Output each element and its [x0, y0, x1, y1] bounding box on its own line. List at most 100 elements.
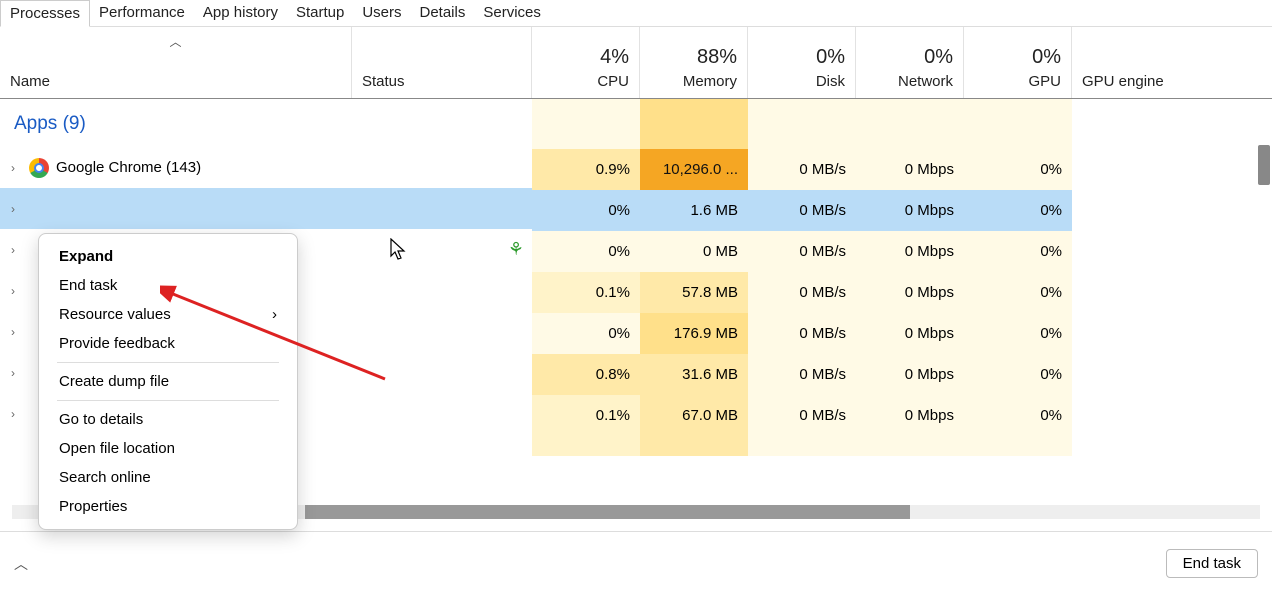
col-network-label: Network — [898, 73, 953, 90]
col-network-pct: 0% — [924, 46, 953, 69]
metric-row: 0.1% 57.8 MB 0 MB/s 0 Mbps 0% — [532, 272, 1072, 313]
cell — [964, 99, 1072, 149]
menu-separator — [57, 362, 279, 363]
fewer-details-chevron-icon[interactable]: ︿ — [14, 554, 28, 574]
tab-strip: Processes Performance App history Startu… — [0, 0, 1272, 27]
efficiency-leaf-icon: ⚘ — [508, 239, 524, 260]
cell-mem: 176.9 MB — [640, 313, 748, 354]
col-gpu[interactable]: 0% GPU — [964, 27, 1072, 98]
cell-net: 0 Mbps — [856, 313, 964, 354]
horizontal-scrollbar-thumb[interactable] — [305, 505, 910, 519]
menu-go-to-details[interactable]: Go to details — [39, 405, 297, 434]
metric-cells: 0.9% 10,296.0 ... 0 MB/s 0 Mbps 0% 0% 1.… — [532, 99, 1072, 456]
expand-chevron-icon[interactable]: › — [0, 161, 26, 175]
col-disk[interactable]: 0% Disk — [748, 27, 856, 98]
cell-mem: 67.0 MB — [640, 395, 748, 436]
expand-chevron-icon[interactable]: › — [0, 284, 26, 298]
cell — [748, 436, 856, 456]
metric-row: 0% 1.6 MB 0 MB/s 0 Mbps 0% — [532, 190, 1072, 231]
cell — [532, 436, 640, 456]
cell-disk: 0 MB/s — [748, 272, 856, 313]
expand-chevron-icon[interactable]: › — [0, 325, 26, 339]
menu-search-online[interactable]: Search online — [39, 463, 297, 492]
col-gpu-pct: 0% — [1032, 46, 1061, 69]
col-disk-label: Disk — [816, 73, 845, 90]
menu-resource-values[interactable]: Resource values › — [39, 300, 297, 329]
horizontal-scrollbar-track[interactable] — [910, 505, 1260, 519]
col-gpu-label: GPU — [1028, 73, 1061, 90]
cell — [640, 436, 748, 456]
cell-gpu: 0% — [964, 231, 1072, 272]
process-name: Google Chrome (143) — [52, 159, 532, 176]
cell-disk: 0 MB/s — [748, 149, 856, 190]
end-task-button[interactable]: End task — [1166, 549, 1258, 578]
cell — [748, 99, 856, 149]
cell-net: 0 Mbps — [856, 272, 964, 313]
submenu-chevron-icon: › — [272, 306, 277, 323]
expand-chevron-icon[interactable]: › — [0, 243, 26, 257]
mouse-cursor-icon — [390, 238, 408, 268]
cell-cpu: 0% — [532, 313, 640, 354]
metric-row: 0% 176.9 MB 0 MB/s 0 Mbps 0% — [532, 313, 1072, 354]
tab-users[interactable]: Users — [353, 0, 410, 26]
chrome-icon — [26, 158, 52, 178]
cell-net: 0 Mbps — [856, 231, 964, 272]
col-network[interactable]: 0% Network — [856, 27, 964, 98]
cell-mem: 57.8 MB — [640, 272, 748, 313]
col-status[interactable]: Status — [352, 27, 532, 98]
cell-cpu: 0.1% — [532, 395, 640, 436]
col-name-label: Name — [10, 73, 341, 90]
menu-properties[interactable]: Properties — [39, 492, 297, 521]
cell-cpu: 0.9% — [532, 149, 640, 190]
cell-net: 0 Mbps — [856, 149, 964, 190]
tab-details[interactable]: Details — [411, 0, 475, 26]
menu-create-dump[interactable]: Create dump file — [39, 367, 297, 396]
tab-processes[interactable]: Processes — [0, 0, 90, 27]
col-cpu[interactable]: 4% CPU — [532, 27, 640, 98]
col-disk-pct: 0% — [816, 46, 845, 69]
col-memory[interactable]: 88% Memory — [640, 27, 748, 98]
expand-chevron-icon[interactable]: › — [0, 202, 26, 216]
metric-row: 0.8% 31.6 MB 0 MB/s 0 Mbps 0% — [532, 354, 1072, 395]
tab-performance[interactable]: Performance — [90, 0, 194, 26]
cell-gpu: 0% — [964, 313, 1072, 354]
menu-separator — [57, 400, 279, 401]
menu-label: Resource values — [59, 306, 171, 323]
cell-cpu: 0.1% — [532, 272, 640, 313]
col-status-label: Status — [362, 73, 521, 90]
tab-services[interactable]: Services — [474, 0, 550, 26]
menu-provide-feedback[interactable]: Provide feedback — [39, 329, 297, 358]
column-headers: ︿ Name Status 4% CPU 88% Memory 0% Disk … — [0, 27, 1272, 99]
tab-app-history[interactable]: App history — [194, 0, 287, 26]
menu-end-task[interactable]: End task — [39, 271, 297, 300]
cell-disk: 0 MB/s — [748, 313, 856, 354]
cell-cpu: 0% — [532, 190, 640, 231]
sort-chevron-up-icon: ︿ — [169, 33, 181, 50]
cell-mem: 0 MB — [640, 231, 748, 272]
cell-disk: 0 MB/s — [748, 190, 856, 231]
col-gpu-engine[interactable]: GPU engine — [1072, 27, 1272, 98]
cell — [532, 99, 640, 149]
col-cpu-label: CPU — [597, 73, 629, 90]
expand-chevron-icon[interactable]: › — [0, 366, 26, 380]
col-memory-label: Memory — [683, 73, 737, 90]
cell-gpu: 0% — [964, 395, 1072, 436]
cell-disk: 0 MB/s — [748, 395, 856, 436]
col-memory-pct: 88% — [697, 46, 737, 69]
cell-mem: 1.6 MB — [640, 190, 748, 231]
cell-disk: 0 MB/s — [748, 231, 856, 272]
cell-net: 0 Mbps — [856, 354, 964, 395]
cell-gpu: 0% — [964, 149, 1072, 190]
cell — [856, 99, 964, 149]
cell — [856, 436, 964, 456]
expand-chevron-icon[interactable]: › — [0, 407, 26, 421]
cell — [964, 436, 1072, 456]
vertical-scrollbar[interactable] — [1258, 145, 1270, 185]
col-name[interactable]: ︿ Name — [0, 27, 352, 98]
menu-open-file-location[interactable]: Open file location — [39, 434, 297, 463]
cell-mem: 31.6 MB — [640, 354, 748, 395]
menu-expand[interactable]: Expand — [39, 242, 297, 271]
cell-gpu: 0% — [964, 272, 1072, 313]
tab-startup[interactable]: Startup — [287, 0, 353, 26]
metric-row: 0% 0 MB 0 MB/s 0 Mbps 0% — [532, 231, 1072, 272]
